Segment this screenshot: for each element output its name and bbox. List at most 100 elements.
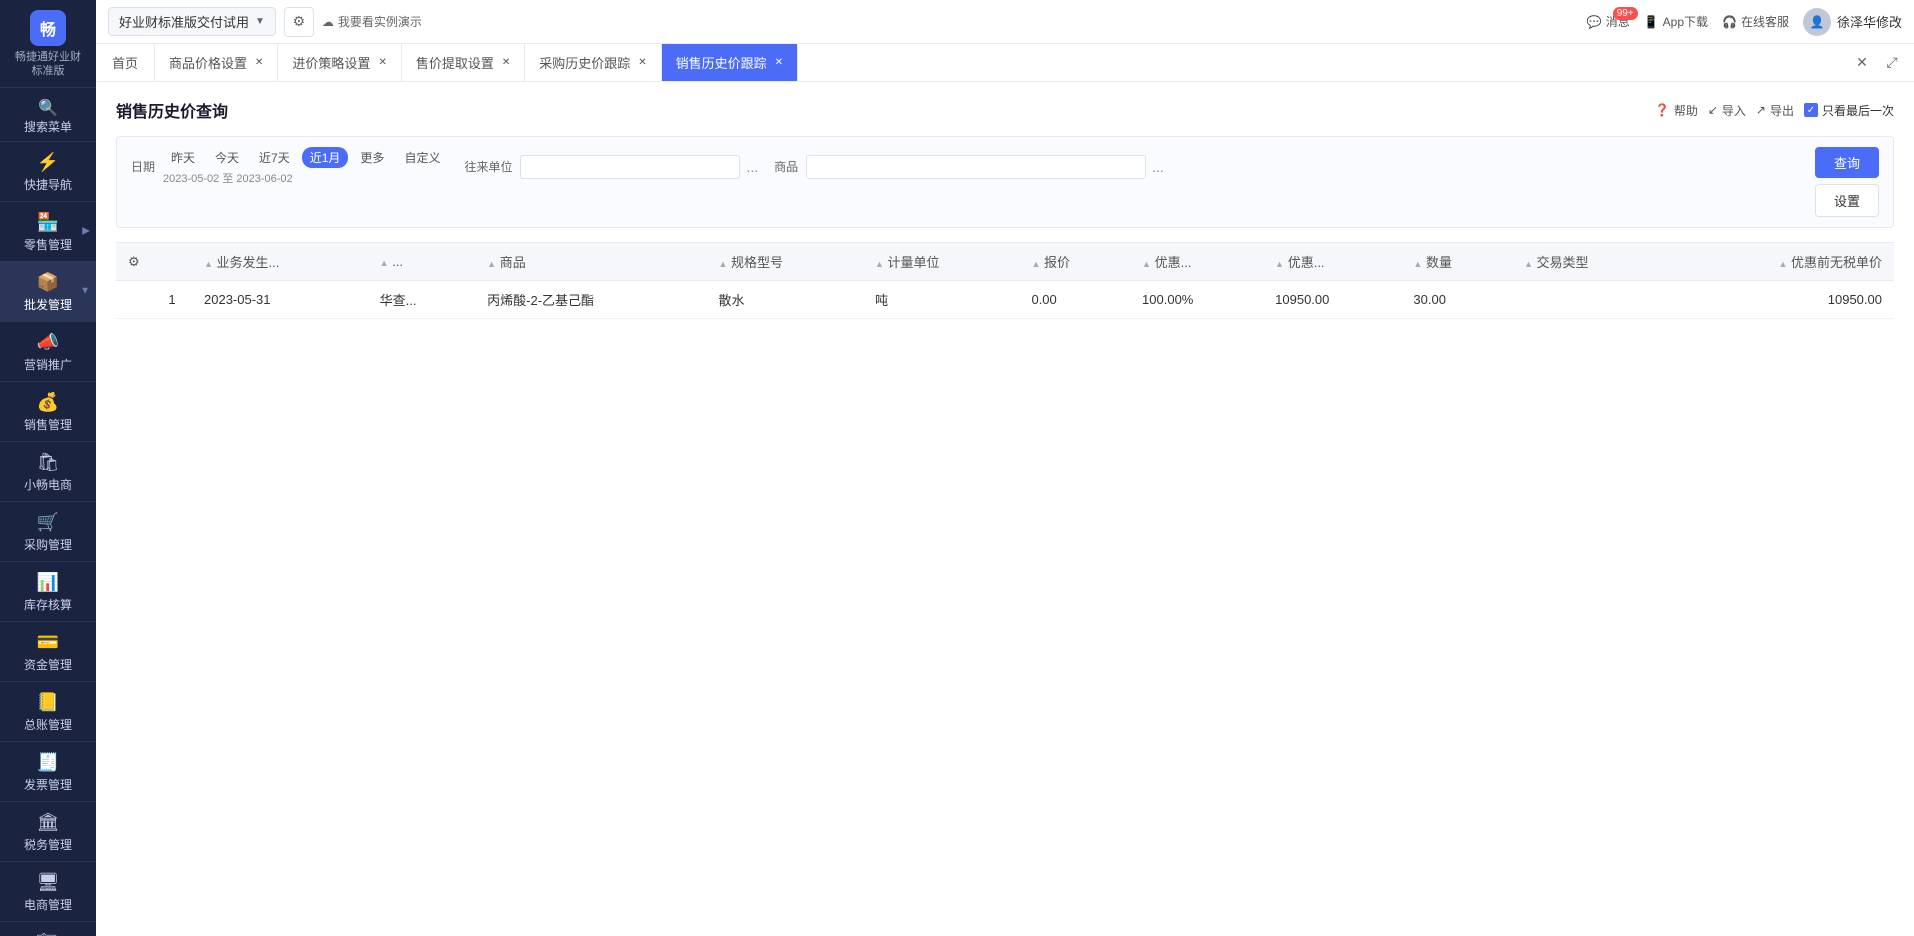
sort-asc-icon-2: ▲ [380, 258, 389, 268]
tab-product-price-close-icon[interactable]: ✕ [255, 57, 263, 68]
help-label: 帮助 [1674, 102, 1698, 119]
sidebar-item-retail[interactable]: 🏪 零售管理 ▶ [0, 202, 96, 262]
query-button[interactable]: 查询 [1815, 147, 1879, 178]
tab-sales-history-close-icon[interactable]: ✕ [775, 57, 783, 68]
col-discount1[interactable]: ▲ 优惠... [1130, 243, 1263, 281]
topbar-gear-button[interactable]: ⚙ [284, 7, 314, 37]
date-btn-yesterday[interactable]: 昨天 [163, 147, 203, 168]
sidebar-item-ecommerce[interactable]: 🖥 电商管理 [0, 862, 96, 922]
sidebar-item-inventory[interactable]: 📊 库存核算 [0, 562, 96, 622]
tab-selector-text: 好业财标准版交付试用 [119, 12, 249, 31]
invoice-icon: 🧾 [37, 752, 59, 773]
page-actions: ❓ 帮助 ↙ 导入 ↗ 导出 ✓ 只看最后一次 [1655, 102, 1894, 119]
product-filter-group: 商品 ... [774, 155, 1164, 179]
date-btn-more[interactable]: 更多 [352, 147, 392, 168]
help-button[interactable]: ❓ 帮助 [1655, 102, 1698, 119]
window-expand-button[interactable]: ⤢ [1878, 49, 1906, 77]
col-price[interactable]: ▲ 报价 [1019, 243, 1130, 281]
sort-asc-icon-10: ▲ [1524, 259, 1533, 269]
sort-asc-icon-9: ▲ [1413, 259, 1422, 269]
sort-asc-icon-4: ▲ [718, 259, 727, 269]
tab-purchase-history[interactable]: 采购历史价跟踪 ✕ [525, 44, 661, 82]
demo-icon: ☁ [322, 15, 334, 29]
sidebar-item-sales[interactable]: 💰 销售管理 [0, 382, 96, 442]
date-btn-custom[interactable]: 自定义 [396, 147, 448, 168]
demo-link[interactable]: ☁ 我要看实例演示 [322, 13, 422, 30]
tab-purchase-strategy[interactable]: 进价策略设置 ✕ [278, 44, 401, 82]
source-unit-dots-button[interactable]: ... [746, 159, 758, 175]
sidebar-item-wholesale[interactable]: 📦 批发管理 ▼ [0, 262, 96, 322]
date-options: 昨天 今天 近7天 近1月 更多 自定义 [163, 147, 448, 168]
col-spec[interactable]: ▲ 规格型号 [706, 243, 863, 281]
col-gear[interactable]: ⚙ [116, 243, 152, 281]
sort-asc-icon-11: ▲ [1778, 259, 1787, 269]
sidebar-item-ecommerce-small[interactable]: 🛍 小畅电商 [0, 442, 96, 502]
tab-price-extract-label: 售价提取设置 [416, 53, 494, 72]
person-icon: 👤 [1810, 15, 1825, 29]
gear-col-icon: ⚙ [128, 254, 140, 269]
export-button[interactable]: ↗ 导出 [1756, 102, 1794, 119]
row-discount1: 100.00% [1130, 281, 1263, 319]
topbar-gear-icon: ⚙ [293, 13, 306, 30]
date-btn-last7[interactable]: 近7天 [251, 147, 298, 168]
import-button[interactable]: ↙ 导入 [1708, 102, 1746, 119]
row-num: 1 [152, 281, 192, 319]
col-quantity[interactable]: ▲ 数量 [1401, 243, 1512, 281]
tab-product-price[interactable]: 商品价格设置 ✕ [155, 44, 278, 82]
sidebar-search[interactable]: 🔍 搜索菜单 [0, 88, 96, 142]
content-area: 销售历史价查询 ❓ 帮助 ↙ 导入 ↗ 导出 ✓ 只看最后一次 [96, 82, 1914, 936]
sidebar-item-quick-nav[interactable]: ⚡ 快捷导航 [0, 142, 96, 202]
topbar-left: 好业财标准版交付试用 ▼ ⚙ ☁ 我要看实例演示 [108, 7, 1587, 37]
tab-purchase-history-close-icon[interactable]: ✕ [638, 57, 646, 68]
source-unit-input[interactable] [520, 155, 740, 179]
sort-asc-icon-3: ▲ [487, 259, 496, 269]
app-download-button[interactable]: 📱 App下载 [1644, 13, 1708, 30]
online-service-button[interactable]: 🎧 在线客服 [1722, 13, 1789, 30]
source-unit-filter-group: 往来单位 ... [464, 155, 758, 179]
sort-asc-icon: ▲ [204, 259, 213, 269]
help-icon: ❓ [1655, 103, 1670, 117]
col-transaction-type[interactable]: ▲ 交易类型 [1512, 243, 1669, 281]
col-business-date[interactable]: ▲ 业务发生... [192, 243, 368, 281]
tab-home-label: 首页 [112, 53, 138, 72]
source-unit-input-group: ... [520, 155, 758, 179]
sidebar-item-fixed-assets[interactable]: 🏗 固定资产 [0, 922, 96, 936]
checkbox-checked-icon: ✓ [1804, 103, 1818, 117]
tab-price-extract[interactable]: 售价提取设置 ✕ [402, 44, 525, 82]
col-product[interactable]: ▲ 商品 [475, 243, 706, 281]
sidebar-item-invoice[interactable]: 🧾 发票管理 [0, 742, 96, 802]
row-price: 0.00 [1019, 281, 1130, 319]
app-download-icon: 📱 [1644, 15, 1659, 29]
date-btn-last1m[interactable]: 近1月 [302, 147, 349, 168]
settings-button[interactable]: 设置 [1815, 184, 1879, 217]
product-input[interactable] [806, 155, 1146, 179]
tabbar: 首页 商品价格设置 ✕ 进价策略设置 ✕ 售价提取设置 ✕ 采购历史价跟踪 ✕ … [96, 44, 1914, 82]
message-button[interactable]: 💬 消息 99+ [1587, 13, 1630, 30]
col-discount2[interactable]: ▲ 优惠... [1263, 243, 1401, 281]
window-close-button[interactable]: ✕ [1848, 49, 1876, 77]
tab-selector[interactable]: 好业财标准版交付试用 ▼ [108, 7, 276, 36]
col-more[interactable]: ▲ ... [368, 243, 476, 281]
row-product: 丙烯酸-2-乙基己酯 [475, 281, 706, 319]
tab-price-extract-close-icon[interactable]: ✕ [502, 57, 510, 68]
filter-row: 日期 昨天 今天 近7天 近1月 更多 自定义 2023-05-02 至 202… [131, 147, 1785, 186]
only-last-checkbox[interactable]: ✓ 只看最后一次 [1804, 102, 1894, 119]
col-unit[interactable]: ▲ 计量单位 [863, 243, 1020, 281]
sidebar-item-tax[interactable]: 🏛 税务管理 [0, 802, 96, 862]
tab-purchase-strategy-label: 进价策略设置 [292, 53, 370, 72]
sidebar-item-marketing[interactable]: 📣 营销推广 [0, 322, 96, 382]
tab-home[interactable]: 首页 [96, 44, 155, 82]
user-area[interactable]: 👤 徐泽华修改 [1803, 8, 1902, 36]
sidebar-item-ledger[interactable]: 📒 总账管理 [0, 682, 96, 742]
date-btn-today[interactable]: 今天 [207, 147, 247, 168]
tab-sales-history[interactable]: 销售历史价跟踪 ✕ [662, 44, 798, 82]
only-last-label: 只看最后一次 [1822, 102, 1894, 119]
avatar: 👤 [1803, 8, 1831, 36]
row-transaction-type [1512, 281, 1669, 319]
import-label: 导入 [1722, 102, 1746, 119]
sidebar-item-finance[interactable]: 💳 资金管理 [0, 622, 96, 682]
tab-purchase-strategy-close-icon[interactable]: ✕ [378, 57, 386, 68]
sidebar-item-purchase[interactable]: 🛒 采购管理 [0, 502, 96, 562]
col-pretax-price[interactable]: ▲ 优惠前无税单价 [1668, 243, 1894, 281]
product-dots-button[interactable]: ... [1152, 159, 1164, 175]
